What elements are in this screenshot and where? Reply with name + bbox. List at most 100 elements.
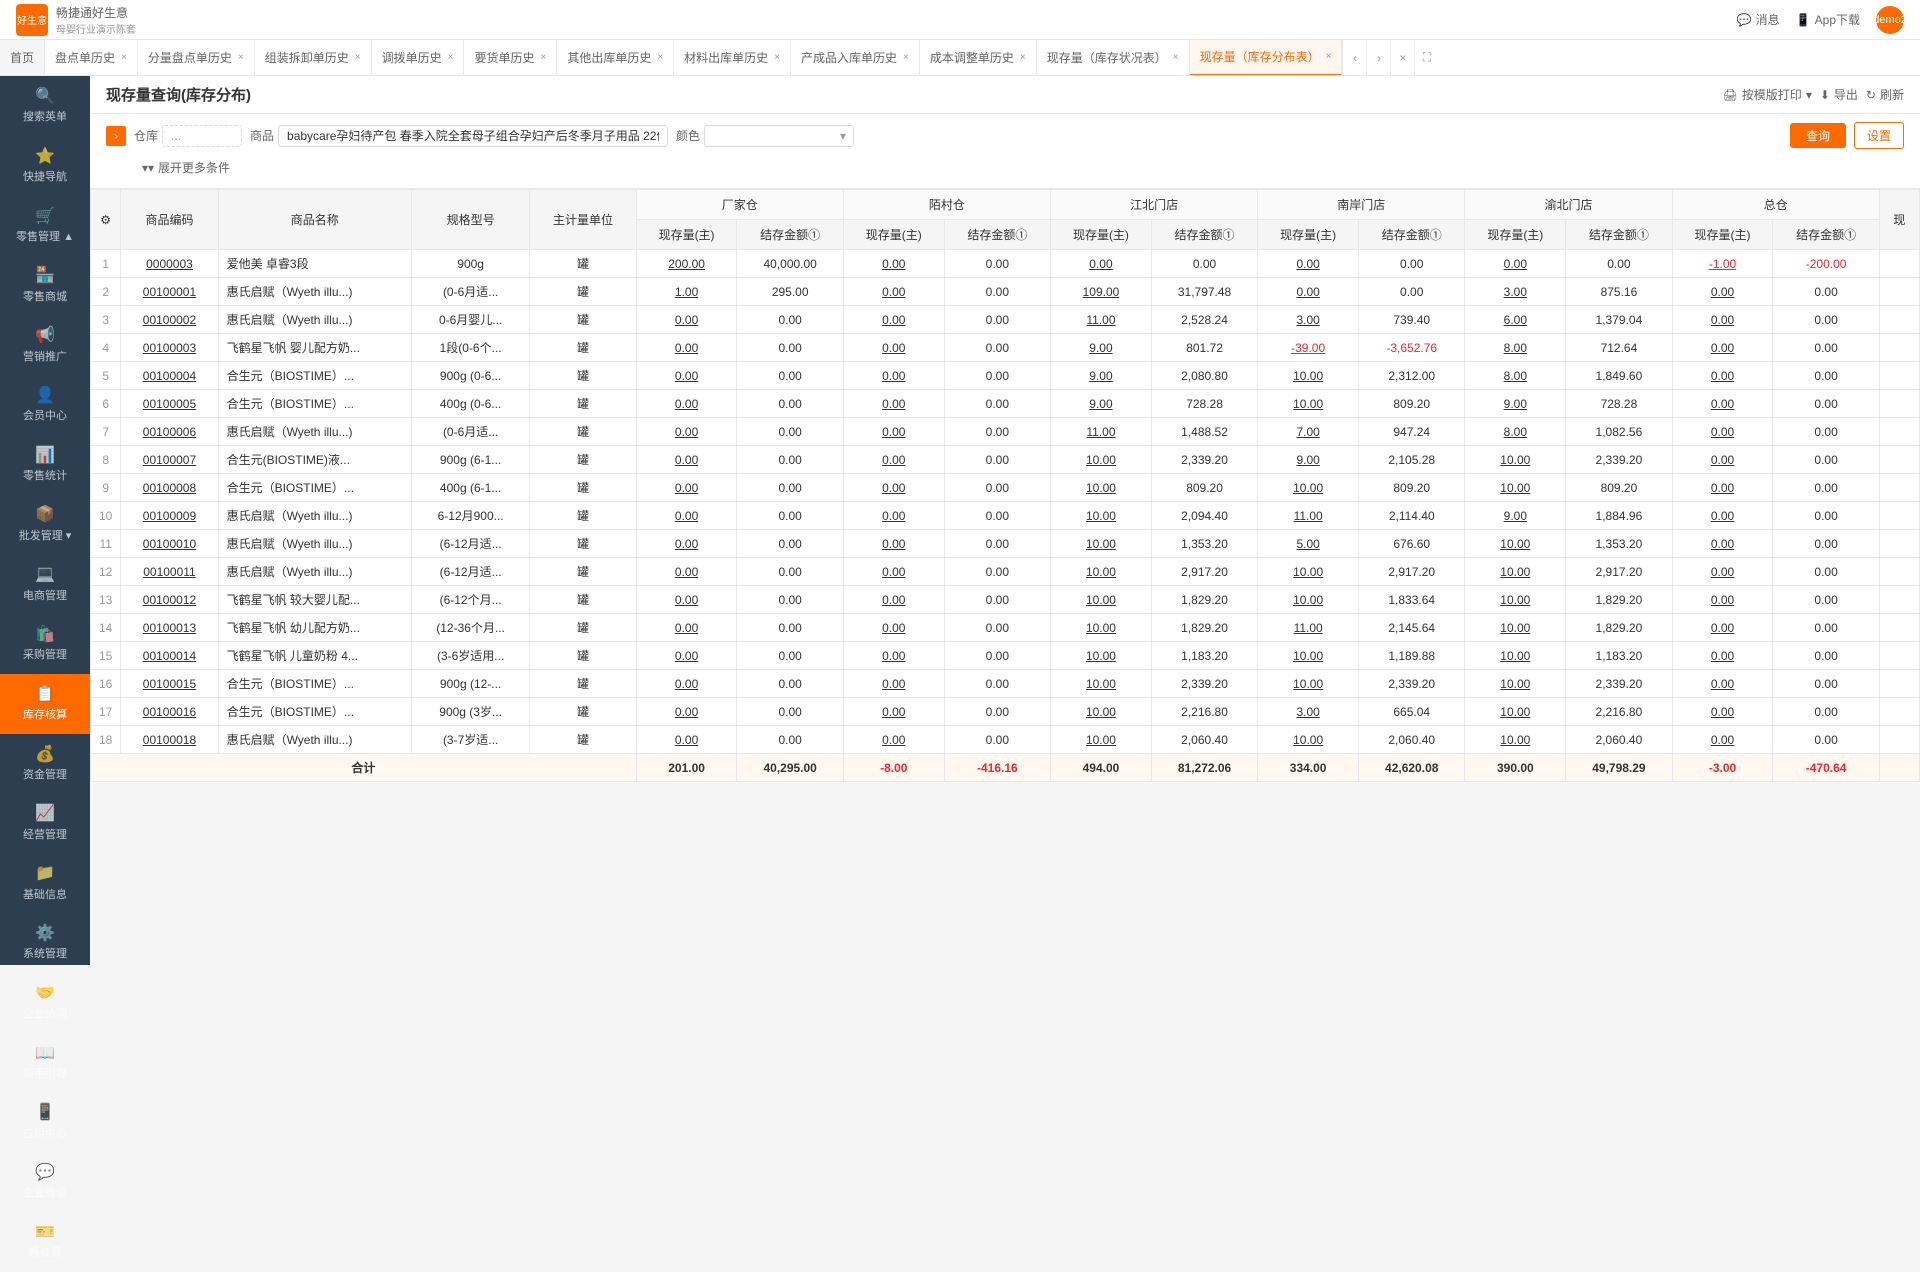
cell-nanan-qty[interactable]: 7.00: [1258, 418, 1359, 446]
sidebar-item-marketing[interactable]: 📢 营销推广: [0, 315, 90, 375]
sidebar-item-members[interactable]: 👤 会员中心: [0, 375, 90, 435]
tab-stocktake-history[interactable]: 盘点单历史 ×: [45, 40, 138, 76]
cell-jiangbei-qty[interactable]: 10.00: [1051, 530, 1152, 558]
message-btn[interactable]: 💬 消息: [1737, 11, 1780, 28]
cell-code[interactable]: 0000003: [121, 250, 218, 278]
cell-mucun-qty[interactable]: 0.00: [843, 390, 944, 418]
cell-factory-qty[interactable]: 0.00: [636, 530, 737, 558]
cell-factory-qty[interactable]: 200.00: [636, 250, 737, 278]
cell-nanan-qty[interactable]: 10.00: [1258, 670, 1359, 698]
close-icon[interactable]: ×: [1326, 51, 1332, 62]
cell-yubei-qty[interactable]: 10.00: [1465, 642, 1566, 670]
sidebar-item-wholesale[interactable]: 📦 批发管理 ▾: [0, 494, 90, 554]
cell-nanan-qty[interactable]: 0.00: [1258, 250, 1359, 278]
cell-nanan-qty[interactable]: 5.00: [1258, 530, 1359, 558]
cell-factory-qty[interactable]: 0.00: [636, 586, 737, 614]
cell-general-qty[interactable]: 0.00: [1672, 558, 1773, 586]
expand-filter-btn[interactable]: ▾▾ 展开更多条件: [134, 155, 1904, 180]
cell-nanan-qty[interactable]: 10.00: [1258, 586, 1359, 614]
export-btn[interactable]: ⬇ 导出: [1820, 86, 1858, 103]
tab-close-all-btn[interactable]: ×: [1390, 40, 1414, 76]
cell-mucun-qty[interactable]: 0.00: [843, 670, 944, 698]
cell-mucun-qty[interactable]: 0.00: [843, 362, 944, 390]
cell-factory-qty[interactable]: 0.00: [636, 670, 737, 698]
collapse-btn[interactable]: ›: [106, 126, 126, 146]
cell-mucun-qty[interactable]: 0.00: [843, 306, 944, 334]
cell-mucun-qty[interactable]: 0.00: [843, 446, 944, 474]
cell-code[interactable]: 00100003: [121, 334, 218, 362]
tab-partial-stocktake[interactable]: 分量盘点单历史 ×: [138, 40, 255, 76]
tab-cost-adjust[interactable]: 成本调整单历史 ×: [920, 40, 1037, 76]
cell-code[interactable]: 00100004: [121, 362, 218, 390]
cell-mucun-qty[interactable]: 0.00: [843, 278, 944, 306]
cell-factory-qty[interactable]: 0.00: [636, 614, 737, 642]
cell-factory-qty[interactable]: 0.00: [636, 558, 737, 586]
cell-code[interactable]: 00100011: [121, 558, 218, 586]
cell-nanan-qty[interactable]: 10.00: [1258, 642, 1359, 670]
tab-requisition[interactable]: 要货单历史 ×: [464, 40, 557, 76]
sidebar-item-search[interactable]: 🔍 搜索英单: [0, 76, 90, 136]
tab-assembly[interactable]: 组装拆卸单历史 ×: [255, 40, 372, 76]
sidebar-item-app-center[interactable]: 📱 应用中心: [0, 1092, 90, 1152]
cell-general-qty[interactable]: 0.00: [1672, 306, 1773, 334]
cell-mucun-qty[interactable]: 0.00: [843, 614, 944, 642]
cell-yubei-qty[interactable]: 0.00: [1465, 250, 1566, 278]
cell-general-qty[interactable]: 0.00: [1672, 390, 1773, 418]
cell-factory-qty[interactable]: 0.00: [636, 446, 737, 474]
cell-mucun-qty[interactable]: 0.00: [843, 530, 944, 558]
tab-prev-btn[interactable]: ‹: [1342, 40, 1366, 76]
cell-code[interactable]: 00100014: [121, 642, 218, 670]
cell-mucun-qty[interactable]: 0.00: [843, 250, 944, 278]
sidebar-item-system[interactable]: ⚙️ 系统管理: [0, 913, 90, 973]
cell-factory-qty[interactable]: 1.00: [636, 278, 737, 306]
tab-inventory-distribution[interactable]: 现存量（库存分布表） ×: [1190, 40, 1343, 76]
cell-yubei-qty[interactable]: 10.00: [1465, 474, 1566, 502]
cell-mucun-qty[interactable]: 0.00: [843, 726, 944, 754]
cell-factory-qty[interactable]: 0.00: [636, 726, 737, 754]
close-icon[interactable]: ×: [1020, 52, 1026, 63]
cell-code[interactable]: 00100010: [121, 530, 218, 558]
cell-general-qty[interactable]: 0.00: [1672, 670, 1773, 698]
cell-nanan-qty[interactable]: 10.00: [1258, 474, 1359, 502]
cell-jiangbei-qty[interactable]: 109.00: [1051, 278, 1152, 306]
close-icon[interactable]: ×: [540, 52, 546, 63]
cell-yubei-qty[interactable]: 10.00: [1465, 614, 1566, 642]
cell-code[interactable]: 00100016: [121, 698, 218, 726]
cell-yubei-qty[interactable]: 3.00: [1465, 278, 1566, 306]
cell-yubei-qty[interactable]: 10.00: [1465, 726, 1566, 754]
cell-jiangbei-qty[interactable]: 10.00: [1051, 558, 1152, 586]
cell-nanan-qty[interactable]: 11.00: [1258, 614, 1359, 642]
cell-code[interactable]: 00100005: [121, 390, 218, 418]
tab-other-outbound[interactable]: 其他出库单历史 ×: [557, 40, 674, 76]
cell-mucun-qty[interactable]: 0.00: [843, 586, 944, 614]
app-download-btn[interactable]: 📱 App下载: [1796, 11, 1860, 28]
cell-jiangbei-qty[interactable]: 9.00: [1051, 334, 1152, 362]
cell-code[interactable]: 00100015: [121, 670, 218, 698]
cell-nanan-qty[interactable]: 10.00: [1258, 390, 1359, 418]
cell-jiangbei-qty[interactable]: 10.00: [1051, 670, 1152, 698]
tab-finished-inbound[interactable]: 产成品入库单历史 ×: [791, 40, 920, 76]
cell-yubei-qty[interactable]: 8.00: [1465, 418, 1566, 446]
cell-yubei-qty[interactable]: 10.00: [1465, 558, 1566, 586]
cell-yubei-qty[interactable]: 9.00: [1465, 390, 1566, 418]
cell-general-qty[interactable]: 0.00: [1672, 614, 1773, 642]
cell-general-qty[interactable]: 0.00: [1672, 502, 1773, 530]
cell-factory-qty[interactable]: 0.00: [636, 418, 737, 446]
cell-jiangbei-qty[interactable]: 9.00: [1051, 390, 1152, 418]
cell-yubei-qty[interactable]: 8.00: [1465, 334, 1566, 362]
sidebar-item-navigation[interactable]: ⭐ 快捷导航: [0, 136, 90, 196]
cell-jiangbei-qty[interactable]: 10.00: [1051, 614, 1152, 642]
cell-code[interactable]: 00100008: [121, 474, 218, 502]
cell-code[interactable]: 00100002: [121, 306, 218, 334]
tab-home[interactable]: 首页: [0, 40, 45, 76]
cell-nanan-qty[interactable]: -39.00: [1258, 334, 1359, 362]
cell-jiangbei-qty[interactable]: 10.00: [1051, 698, 1152, 726]
col-gear[interactable]: ⚙: [91, 190, 121, 250]
tab-next-btn[interactable]: ›: [1366, 40, 1390, 76]
cell-nanan-qty[interactable]: 10.00: [1258, 362, 1359, 390]
cell-general-qty[interactable]: 0.00: [1672, 446, 1773, 474]
tab-transfer[interactable]: 调拨单历史 ×: [372, 40, 465, 76]
cell-nanan-qty[interactable]: 3.00: [1258, 698, 1359, 726]
cell-nanan-qty[interactable]: 0.00: [1258, 278, 1359, 306]
tab-expand-btn[interactable]: ⛶: [1414, 40, 1438, 76]
